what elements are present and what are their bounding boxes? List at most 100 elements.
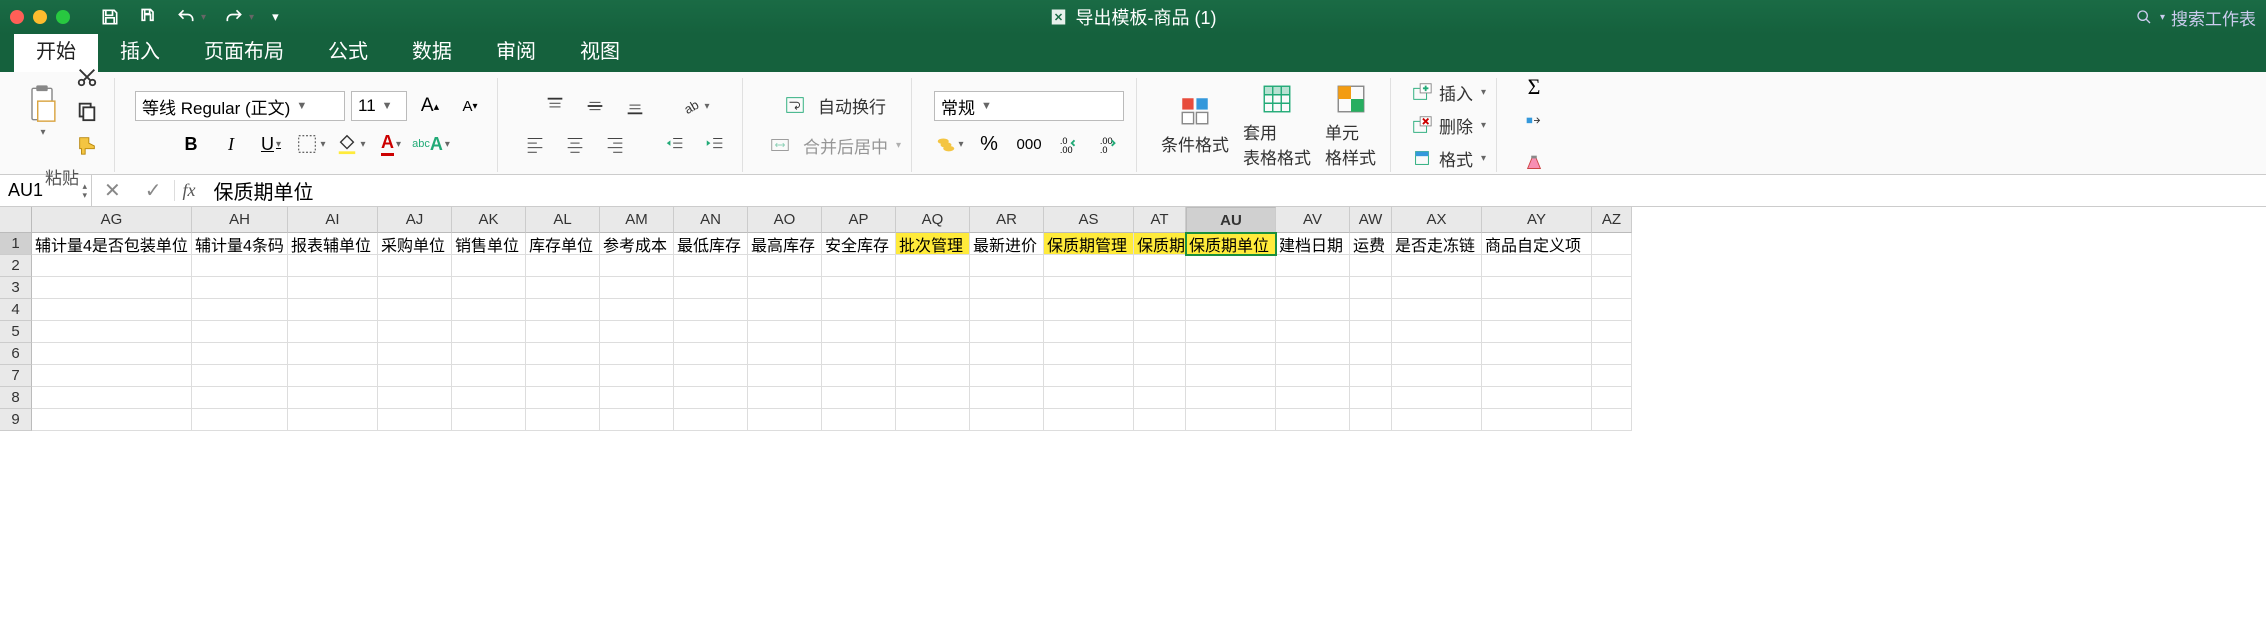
- spreadsheet-grid[interactable]: AGAHAIAJAKALAMANAOAPAQARASATAUAVAWAXAYAZ…: [0, 207, 2266, 431]
- cut-button[interactable]: [70, 62, 104, 92]
- percent-button[interactable]: %: [972, 129, 1006, 159]
- cell[interactable]: [288, 277, 378, 299]
- cell[interactable]: [1350, 277, 1392, 299]
- cell[interactable]: [1276, 321, 1350, 343]
- cell[interactable]: [1592, 343, 1632, 365]
- cell[interactable]: [674, 277, 748, 299]
- cell[interactable]: [970, 321, 1044, 343]
- cell[interactable]: [1392, 409, 1482, 431]
- cell[interactable]: [452, 277, 526, 299]
- cell[interactable]: [748, 299, 822, 321]
- cell[interactable]: [32, 255, 192, 277]
- font-size-select[interactable]: 11▼: [351, 91, 407, 121]
- cell[interactable]: [674, 343, 748, 365]
- bold-button[interactable]: B: [174, 129, 208, 159]
- cell[interactable]: [1044, 343, 1134, 365]
- cell[interactable]: [1592, 255, 1632, 277]
- cell[interactable]: 采购单位: [378, 233, 452, 255]
- copy-button[interactable]: [70, 96, 104, 126]
- save-button[interactable]: [100, 7, 120, 27]
- cell[interactable]: [822, 365, 896, 387]
- cell[interactable]: [600, 365, 674, 387]
- wrap-text-button[interactable]: [778, 90, 812, 120]
- align-middle-button[interactable]: [578, 91, 612, 121]
- cell[interactable]: [1044, 409, 1134, 431]
- cell[interactable]: [1276, 365, 1350, 387]
- close-window-icon[interactable]: [10, 10, 24, 24]
- cell[interactable]: [192, 299, 288, 321]
- underline-button[interactable]: U▾: [254, 129, 288, 159]
- cell[interactable]: [288, 321, 378, 343]
- cell[interactable]: [378, 409, 452, 431]
- cell[interactable]: [378, 299, 452, 321]
- format-painter-button[interactable]: [70, 130, 104, 160]
- cell[interactable]: [452, 409, 526, 431]
- column-header[interactable]: AL: [526, 207, 600, 233]
- cell[interactable]: [1044, 277, 1134, 299]
- comma-button[interactable]: 000: [1012, 129, 1046, 159]
- search-box[interactable]: ▾ 搜索工作表: [2136, 5, 2256, 30]
- cell[interactable]: [526, 343, 600, 365]
- row-header[interactable]: 8: [0, 387, 32, 409]
- column-header[interactable]: AR: [970, 207, 1044, 233]
- conditional-format-button[interactable]: 条件格式: [1157, 92, 1233, 158]
- name-box-down-icon[interactable]: ▾: [82, 191, 87, 200]
- cancel-formula-button[interactable]: ✕: [92, 178, 133, 203]
- cell[interactable]: [674, 365, 748, 387]
- paste-button[interactable]: ▾: [20, 82, 64, 140]
- cell[interactable]: [288, 365, 378, 387]
- cell[interactable]: [896, 321, 970, 343]
- cell[interactable]: [452, 255, 526, 277]
- cell[interactable]: [1186, 365, 1276, 387]
- cell[interactable]: [288, 387, 378, 409]
- italic-button[interactable]: I: [214, 129, 248, 159]
- column-header[interactable]: AO: [748, 207, 822, 233]
- cell[interactable]: [600, 343, 674, 365]
- cell[interactable]: [1134, 409, 1186, 431]
- cell[interactable]: [1482, 277, 1592, 299]
- cell[interactable]: [600, 299, 674, 321]
- cell[interactable]: [822, 321, 896, 343]
- cell[interactable]: [896, 299, 970, 321]
- cell[interactable]: [288, 343, 378, 365]
- cell[interactable]: [32, 409, 192, 431]
- cell[interactable]: 库存单位: [526, 233, 600, 255]
- cell[interactable]: [970, 277, 1044, 299]
- cell[interactable]: [896, 409, 970, 431]
- undo-button[interactable]: ▾: [176, 7, 206, 27]
- delete-cells-button[interactable]: 删除▾: [1411, 113, 1486, 138]
- row-header[interactable]: 2: [0, 255, 32, 277]
- cell[interactable]: [674, 255, 748, 277]
- cell[interactable]: [1276, 387, 1350, 409]
- cell[interactable]: [1134, 277, 1186, 299]
- cell-styles-button[interactable]: 单元 格样式: [1321, 80, 1380, 171]
- fill-button[interactable]: [1517, 110, 1551, 140]
- cell[interactable]: [192, 321, 288, 343]
- autosum-button[interactable]: Σ: [1517, 72, 1551, 102]
- cell[interactable]: [1350, 343, 1392, 365]
- increase-indent-button[interactable]: [698, 129, 732, 159]
- cell[interactable]: [526, 277, 600, 299]
- cell[interactable]: [378, 365, 452, 387]
- column-header[interactable]: AM: [600, 207, 674, 233]
- column-header[interactable]: AX: [1392, 207, 1482, 233]
- cell[interactable]: [1044, 255, 1134, 277]
- row-header[interactable]: 7: [0, 365, 32, 387]
- cell[interactable]: [1592, 321, 1632, 343]
- cell[interactable]: [192, 409, 288, 431]
- column-header[interactable]: AP: [822, 207, 896, 233]
- cell[interactable]: [748, 343, 822, 365]
- column-header[interactable]: AT: [1134, 207, 1186, 233]
- align-top-button[interactable]: [538, 91, 572, 121]
- format-cells-button[interactable]: 格式▾: [1411, 146, 1486, 171]
- insert-cells-button[interactable]: 插入▾: [1411, 80, 1486, 105]
- cell[interactable]: [822, 409, 896, 431]
- column-header[interactable]: AY: [1482, 207, 1592, 233]
- cell[interactable]: [1186, 387, 1276, 409]
- cell[interactable]: [748, 277, 822, 299]
- cell[interactable]: [748, 321, 822, 343]
- cell[interactable]: [970, 299, 1044, 321]
- row-header[interactable]: 3: [0, 277, 32, 299]
- cell[interactable]: [600, 387, 674, 409]
- column-header[interactable]: AK: [452, 207, 526, 233]
